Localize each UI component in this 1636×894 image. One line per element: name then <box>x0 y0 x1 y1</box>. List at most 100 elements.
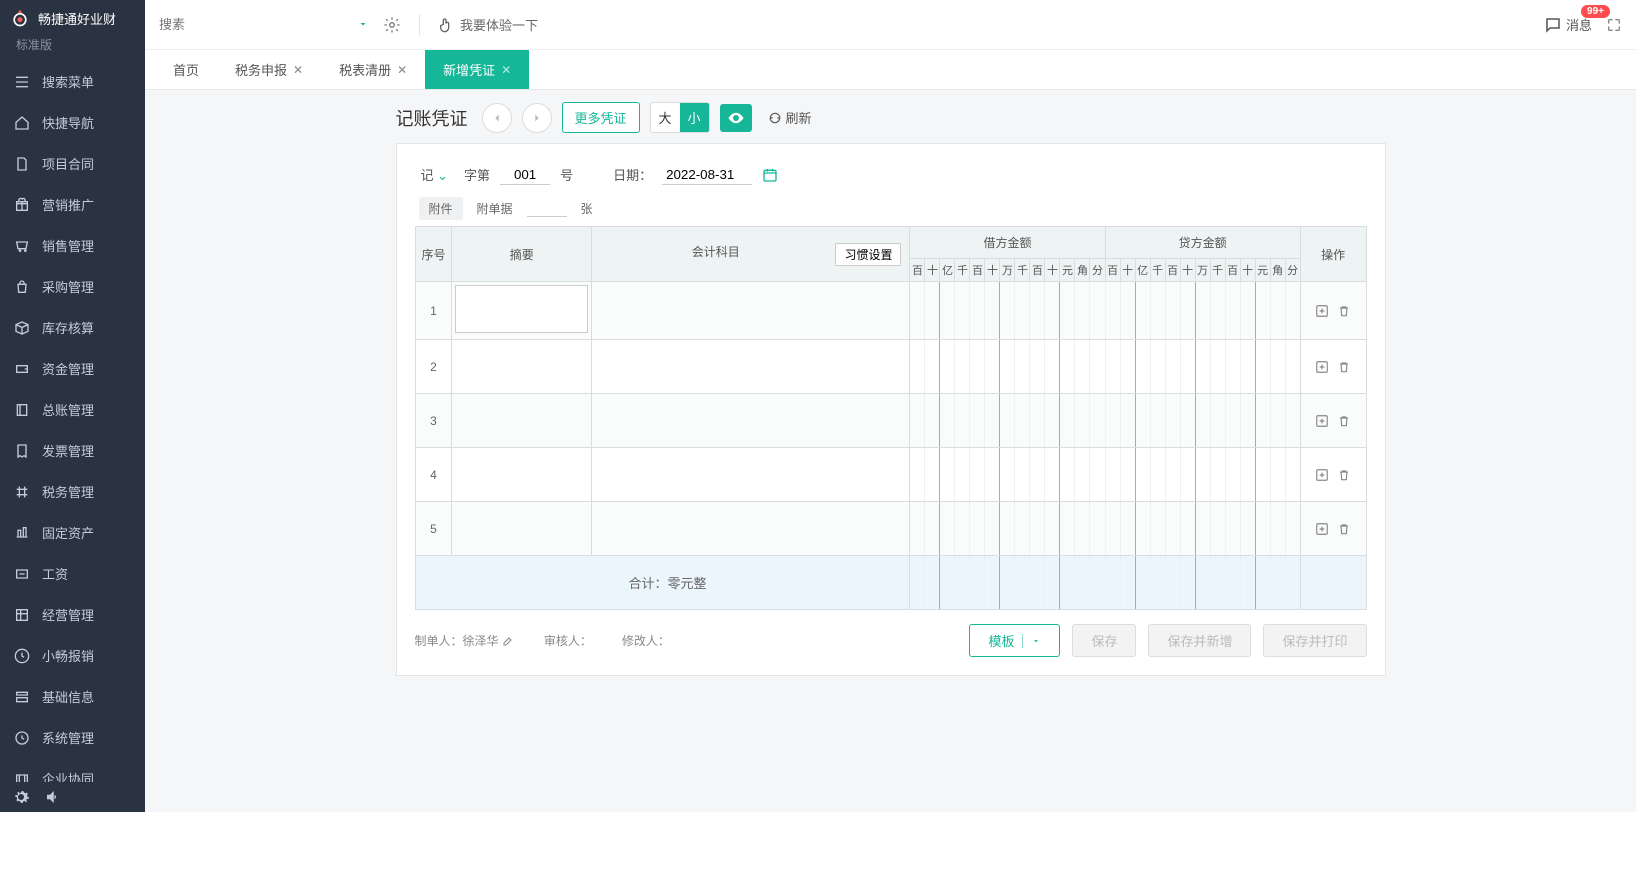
amount-digit[interactable] <box>1165 502 1180 556</box>
amount-digit[interactable] <box>1225 394 1240 448</box>
size-large-button[interactable]: 大 <box>651 103 680 132</box>
edit-icon[interactable] <box>502 635 514 647</box>
sidebar-item-6[interactable]: 库存核算 <box>0 307 145 348</box>
amount-digit[interactable] <box>1045 282 1060 340</box>
amount-digit[interactable] <box>970 502 985 556</box>
save-and-add-button[interactable]: 保存并新增 <box>1148 624 1251 657</box>
message-button[interactable]: 消息 99+ <box>1544 15 1592 34</box>
amount-digit[interactable] <box>1210 394 1225 448</box>
amount-digit[interactable] <box>1120 394 1135 448</box>
amount-digit[interactable] <box>1270 394 1285 448</box>
amount-digit[interactable] <box>1195 502 1210 556</box>
amount-digit[interactable] <box>1090 448 1105 502</box>
amount-digit[interactable] <box>910 502 925 556</box>
amount-digit[interactable] <box>1210 340 1225 394</box>
amount-digit[interactable] <box>940 340 955 394</box>
amount-digit[interactable] <box>1000 340 1015 394</box>
amount-digit[interactable] <box>1255 448 1270 502</box>
summary-input[interactable] <box>455 285 588 333</box>
amount-digit[interactable] <box>1285 394 1300 448</box>
summary-cell[interactable] <box>452 502 592 556</box>
preview-button[interactable] <box>720 104 752 132</box>
amount-digit[interactable] <box>940 282 955 340</box>
habit-settings-button[interactable]: 习惯设置 <box>835 243 901 266</box>
amount-digit[interactable] <box>1030 340 1045 394</box>
amount-digit[interactable] <box>1165 394 1180 448</box>
calendar-icon[interactable] <box>762 167 778 183</box>
sidebar-item-13[interactable]: 经营管理 <box>0 594 145 635</box>
delete-row-icon[interactable] <box>1337 468 1351 482</box>
amount-digit[interactable] <box>1090 340 1105 394</box>
amount-digit[interactable] <box>1045 340 1060 394</box>
delete-row-icon[interactable] <box>1337 414 1351 428</box>
sidebar-item-9[interactable]: 发票管理 <box>0 430 145 471</box>
amount-digit[interactable] <box>1150 502 1165 556</box>
amount-digit[interactable] <box>910 394 925 448</box>
amount-digit[interactable] <box>1105 394 1120 448</box>
voucher-number-input[interactable] <box>500 165 550 185</box>
amount-digit[interactable] <box>1000 282 1015 340</box>
summary-cell[interactable] <box>452 448 592 502</box>
amount-digit[interactable] <box>1015 448 1030 502</box>
amount-digit[interactable] <box>970 340 985 394</box>
subject-cell[interactable] <box>592 394 910 448</box>
amount-digit[interactable] <box>1180 282 1195 340</box>
amount-digit[interactable] <box>1255 394 1270 448</box>
amount-digit[interactable] <box>1135 340 1150 394</box>
summary-cell[interactable] <box>452 394 592 448</box>
amount-digit[interactable] <box>940 394 955 448</box>
amount-digit[interactable] <box>1150 282 1165 340</box>
amount-digit[interactable] <box>1030 502 1045 556</box>
close-icon[interactable]: ✕ <box>397 63 407 77</box>
sidebar-item-8[interactable]: 总账管理 <box>0 389 145 430</box>
amount-digit[interactable] <box>910 340 925 394</box>
amount-digit[interactable] <box>1030 282 1045 340</box>
delete-row-icon[interactable] <box>1337 522 1351 536</box>
amount-digit[interactable] <box>925 448 940 502</box>
amount-digit[interactable] <box>1180 340 1195 394</box>
amount-digit[interactable] <box>1030 448 1045 502</box>
amount-digit[interactable] <box>1210 448 1225 502</box>
summary-cell[interactable] <box>452 340 592 394</box>
amount-digit[interactable] <box>910 448 925 502</box>
amount-digit[interactable] <box>1180 394 1195 448</box>
amount-digit[interactable] <box>1105 448 1120 502</box>
amount-digit[interactable] <box>1015 340 1030 394</box>
amount-digit[interactable] <box>1075 394 1090 448</box>
amount-digit[interactable] <box>1045 394 1060 448</box>
sidebar-item-1[interactable]: 快捷导航 <box>0 102 145 143</box>
sidebar-item-10[interactable]: 税务管理 <box>0 471 145 512</box>
volume-icon[interactable] <box>44 788 62 806</box>
refresh-button[interactable]: 刷新 <box>768 108 812 127</box>
tab-2[interactable]: 税表清册✕ <box>321 50 425 89</box>
amount-digit[interactable] <box>1060 282 1075 340</box>
sidebar-item-2[interactable]: 项目合同 <box>0 143 145 184</box>
tab-1[interactable]: 税务申报✕ <box>217 50 321 89</box>
subject-cell[interactable] <box>592 282 910 340</box>
amount-digit[interactable] <box>955 340 970 394</box>
attach-count-input[interactable] <box>527 201 567 217</box>
amount-digit[interactable] <box>1180 502 1195 556</box>
amount-digit[interactable] <box>1240 502 1255 556</box>
amount-digit[interactable] <box>1225 502 1240 556</box>
try-experience-link[interactable]: 我要体验一下 <box>438 15 538 34</box>
amount-digit[interactable] <box>1060 394 1075 448</box>
amount-digit[interactable] <box>1090 394 1105 448</box>
amount-digit[interactable] <box>1075 340 1090 394</box>
amount-digit[interactable] <box>985 340 1000 394</box>
amount-digit[interactable] <box>1195 394 1210 448</box>
sidebar-item-15[interactable]: 基础信息 <box>0 676 145 717</box>
amount-digit[interactable] <box>1060 340 1075 394</box>
amount-digit[interactable] <box>1285 282 1300 340</box>
amount-digit[interactable] <box>1015 394 1030 448</box>
amount-digit[interactable] <box>1240 340 1255 394</box>
sidebar-item-14[interactable]: 小畅报销 <box>0 635 145 676</box>
delete-row-icon[interactable] <box>1337 360 1351 374</box>
amount-digit[interactable] <box>1015 282 1030 340</box>
amount-digit[interactable] <box>1270 340 1285 394</box>
amount-digit[interactable] <box>1120 502 1135 556</box>
search-input[interactable] <box>159 17 351 32</box>
next-button[interactable] <box>522 103 552 133</box>
subject-cell[interactable] <box>592 340 910 394</box>
amount-digit[interactable] <box>1270 282 1285 340</box>
